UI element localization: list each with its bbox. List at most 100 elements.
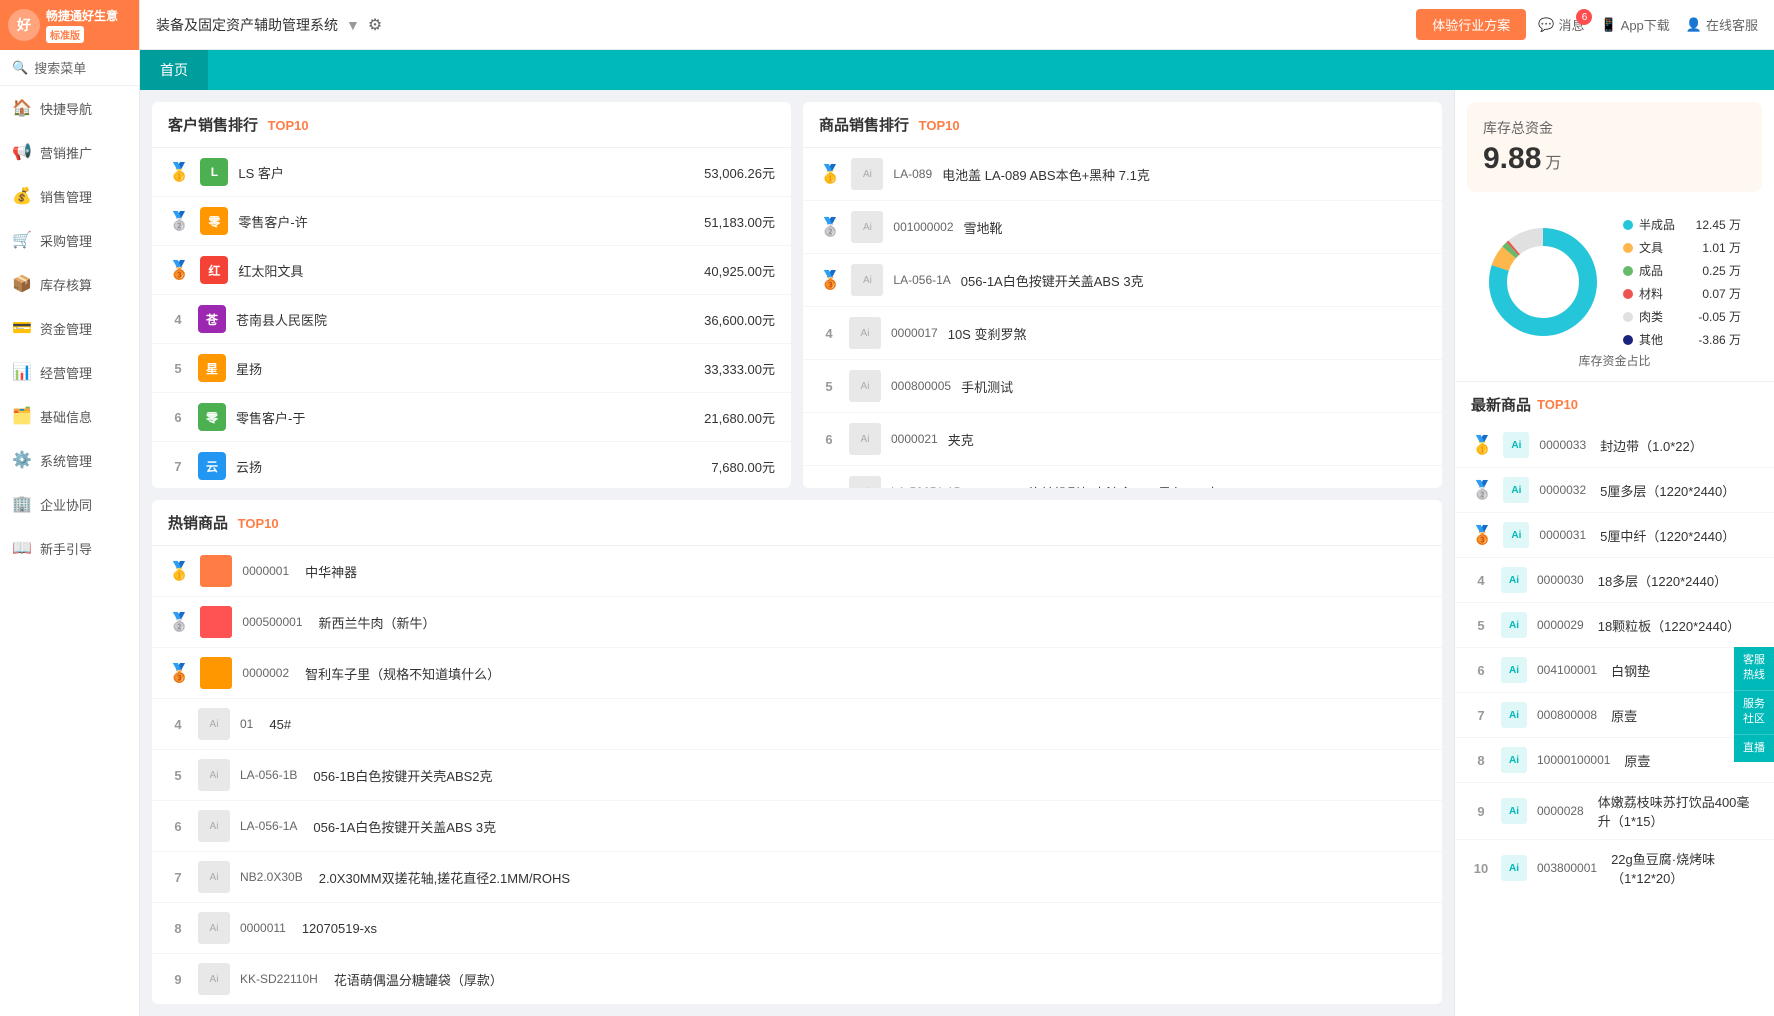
phone-icon: 📱: [1600, 17, 1616, 33]
sidebar-logo: 好 畅捷通好生意 标准版: [0, 0, 139, 50]
table-row: 🥇 Ai LA-089 电池盖 LA-089 ABS本色+黑种 7.1克: [803, 148, 1442, 201]
message-button[interactable]: 💬 消息 6: [1538, 15, 1584, 34]
customer-ranking-subtitle: TOP10: [268, 118, 309, 133]
online-service-button[interactable]: 👤 在线客服: [1686, 15, 1758, 34]
hot-products-subtitle: TOP10: [238, 516, 279, 531]
hot-name-2: 新西兰牛肉（新牛）: [319, 613, 1427, 632]
donut-chart: [1483, 222, 1603, 342]
sidebar-item-operations[interactable]: 📊 经营管理: [0, 350, 139, 394]
product-code-5: 000800005: [891, 379, 951, 393]
rank-medal-2: 🥈: [168, 211, 190, 232]
product-name-1: 电池盖 LA-089 ABS本色+黑种 7.1克: [942, 165, 1426, 184]
hot-product-img-9: Ai: [198, 963, 230, 995]
sidebar-item-finance[interactable]: 💳 资金管理: [0, 306, 139, 350]
new-products-title: 最新商品: [1471, 394, 1531, 415]
list-item: 7 Ai 000800008 原壹: [1455, 693, 1774, 738]
new-code-9: 0000028: [1537, 804, 1584, 818]
customer-amount-3: 40,925.00元: [704, 261, 775, 280]
new-code-5: 0000029: [1537, 618, 1584, 632]
legend-item-2: 文具 1.01 万: [1623, 239, 1741, 256]
product-img-placeholder: Ai: [849, 317, 881, 349]
new-product-img-3: Ai: [1503, 522, 1529, 548]
product-name-2: 雪地靴: [964, 218, 1427, 237]
sidebar-item-marketing[interactable]: 📢 营销推广: [0, 130, 139, 174]
sidebar-item-sales[interactable]: 💰 销售管理: [0, 174, 139, 218]
sidebar-item-label-4: 库存核算: [40, 275, 92, 294]
ai-label: Ai: [861, 487, 870, 489]
hot-rank-4: 4: [168, 717, 188, 732]
table-row: 🥈 Ai 001000002 雪地靴: [803, 201, 1442, 254]
customer-name-7: 云扬: [236, 457, 701, 476]
new-code-1: 0000033: [1539, 438, 1586, 452]
list-item: 🥈 000500001 新西兰牛肉（新牛）: [152, 597, 1442, 648]
product-code-3: LA-056-1A: [893, 273, 950, 287]
sidebar-item-system[interactable]: ⚙️ 系统管理: [0, 438, 139, 482]
list-item: 🥉 Ai 0000031 5厘中纤（1220*2440）: [1455, 513, 1774, 558]
avatar: 零: [200, 207, 228, 235]
hot-product-img-5: Ai: [198, 759, 230, 791]
search-menu-item[interactable]: 🔍 搜索菜单: [0, 50, 139, 86]
table-row: 4 Ai 0000017 10S 变刹罗煞: [803, 307, 1442, 360]
hot-name-7: 2.0X30MM双搓花轴,搓花直径2.1MM/ROHS: [319, 868, 1426, 887]
chart-label: 库存资金占比: [1467, 352, 1762, 369]
customer-name-3: 红太阳文具: [238, 261, 694, 280]
home-icon: 🏠: [12, 98, 32, 118]
table-row: 🥉 Ai LA-056-1A 056-1A白色按键开关盖ABS 3克: [803, 254, 1442, 307]
app-download-button[interactable]: 📱 App下载: [1600, 15, 1669, 34]
new-rank-10: 10: [1471, 861, 1491, 876]
main-container: 装备及固定资产辅助管理系统 ▼ ⚙ 体验行业方案 💬 消息 6 📱 App下载 …: [140, 0, 1774, 1016]
donut-chart-container: 半成品 12.45 万 文具 1.01 万 成品 0.25 万: [1467, 204, 1762, 360]
hot-products-list: 🥇 0000001 中华神器 🥈 000500001 新西兰牛肉（新牛）: [152, 546, 1442, 1004]
avatar: 星: [198, 354, 226, 382]
inventory-chart-section: 半成品 12.45 万 文具 1.01 万 成品 0.25 万: [1455, 204, 1774, 381]
sidebar-item-quick-nav[interactable]: 🏠 快捷导航: [0, 86, 139, 130]
logo-text-block: 畅捷通好生意 标准版: [46, 7, 118, 43]
message-icon: 💬: [1538, 17, 1554, 33]
hot-name-5: 056-1B白色按键开关壳ABS2克: [313, 766, 1426, 785]
inventory-unit: 万: [1545, 149, 1561, 173]
rank-num-4: 4: [168, 312, 188, 327]
float-btn-service[interactable]: 客服热线: [1734, 647, 1774, 691]
customer-ranking-title-text: 客户销售排行: [168, 117, 258, 134]
product-code-1: LA-089: [893, 167, 932, 181]
new-code-10: 003800001: [1537, 861, 1597, 875]
floating-buttons: 客服热线 服务社区 直播: [1734, 647, 1774, 762]
product-img-placeholder: Ai: [849, 370, 881, 402]
legend-value-3: 0.25 万: [1681, 262, 1741, 279]
rank-num-6: 6: [168, 410, 188, 425]
sidebar-item-inventory[interactable]: 📦 库存核算: [0, 262, 139, 306]
hot-rank-9: 9: [168, 972, 188, 987]
sidebar-item-enterprise[interactable]: 🏢 企业协同: [0, 482, 139, 526]
product-ranking-card: 商品销售排行 TOP10 🥇 Ai LA-089 电池盖 LA-089 ABS本…: [803, 102, 1442, 488]
hot-code-2: 000500001: [242, 615, 302, 629]
prod-rank-4: 4: [819, 326, 839, 341]
settings-icon[interactable]: ⚙: [368, 15, 382, 35]
dropdown-icon[interactable]: ▼: [346, 17, 360, 33]
legend-value-1: 12.45 万: [1681, 216, 1741, 233]
float-btn-community[interactable]: 服务社区: [1734, 691, 1774, 735]
legend-value-5: -0.05 万: [1681, 308, 1741, 325]
sidebar-item-guide[interactable]: 📖 新手引导: [0, 526, 139, 570]
ai-label: Ai: [863, 169, 872, 180]
table-row: 4 苍 苍南县人民医院 36,600.00元: [152, 295, 791, 344]
list-item: 9 Ai KK-SD22110H 花语萌偶温分糖罐袋（厚款）: [152, 954, 1442, 1004]
table-row: 7 Ai LA-59651-1B 59651-1B旋转投影灯电池盒ABS黑色+5…: [803, 466, 1442, 488]
ai-label: Ai: [861, 328, 870, 339]
legend-item-1: 半成品 12.45 万: [1623, 216, 1741, 233]
legend-label-3: 成品: [1639, 262, 1663, 279]
prod-rank-6: 6: [819, 432, 839, 447]
hot-name-3: 智利车子里（规格不知道填什么）: [305, 664, 1426, 683]
new-product-img-2: Ai: [1503, 477, 1529, 503]
new-name-1: 封边带（1.0*22）: [1600, 436, 1758, 455]
new-name-5: 18颗粒板（1220*2440）: [1598, 616, 1758, 635]
trial-button[interactable]: 体验行业方案: [1416, 9, 1526, 40]
sidebar-item-basic-info[interactable]: 🗂️ 基础信息: [0, 394, 139, 438]
hot-name-1: 中华神器: [305, 562, 1426, 581]
product-name-4: 10S 变刹罗煞: [948, 324, 1426, 343]
sidebar-item-purchase[interactable]: 🛒 采购管理: [0, 218, 139, 262]
logo-badge: 标准版: [46, 26, 84, 43]
float-btn-live[interactable]: 直播: [1734, 735, 1774, 762]
nav-item-home[interactable]: 首页: [140, 50, 208, 90]
inventory-amount-row: 9.88 万: [1483, 142, 1746, 176]
hot-products-title: 热销商品: [168, 515, 228, 532]
